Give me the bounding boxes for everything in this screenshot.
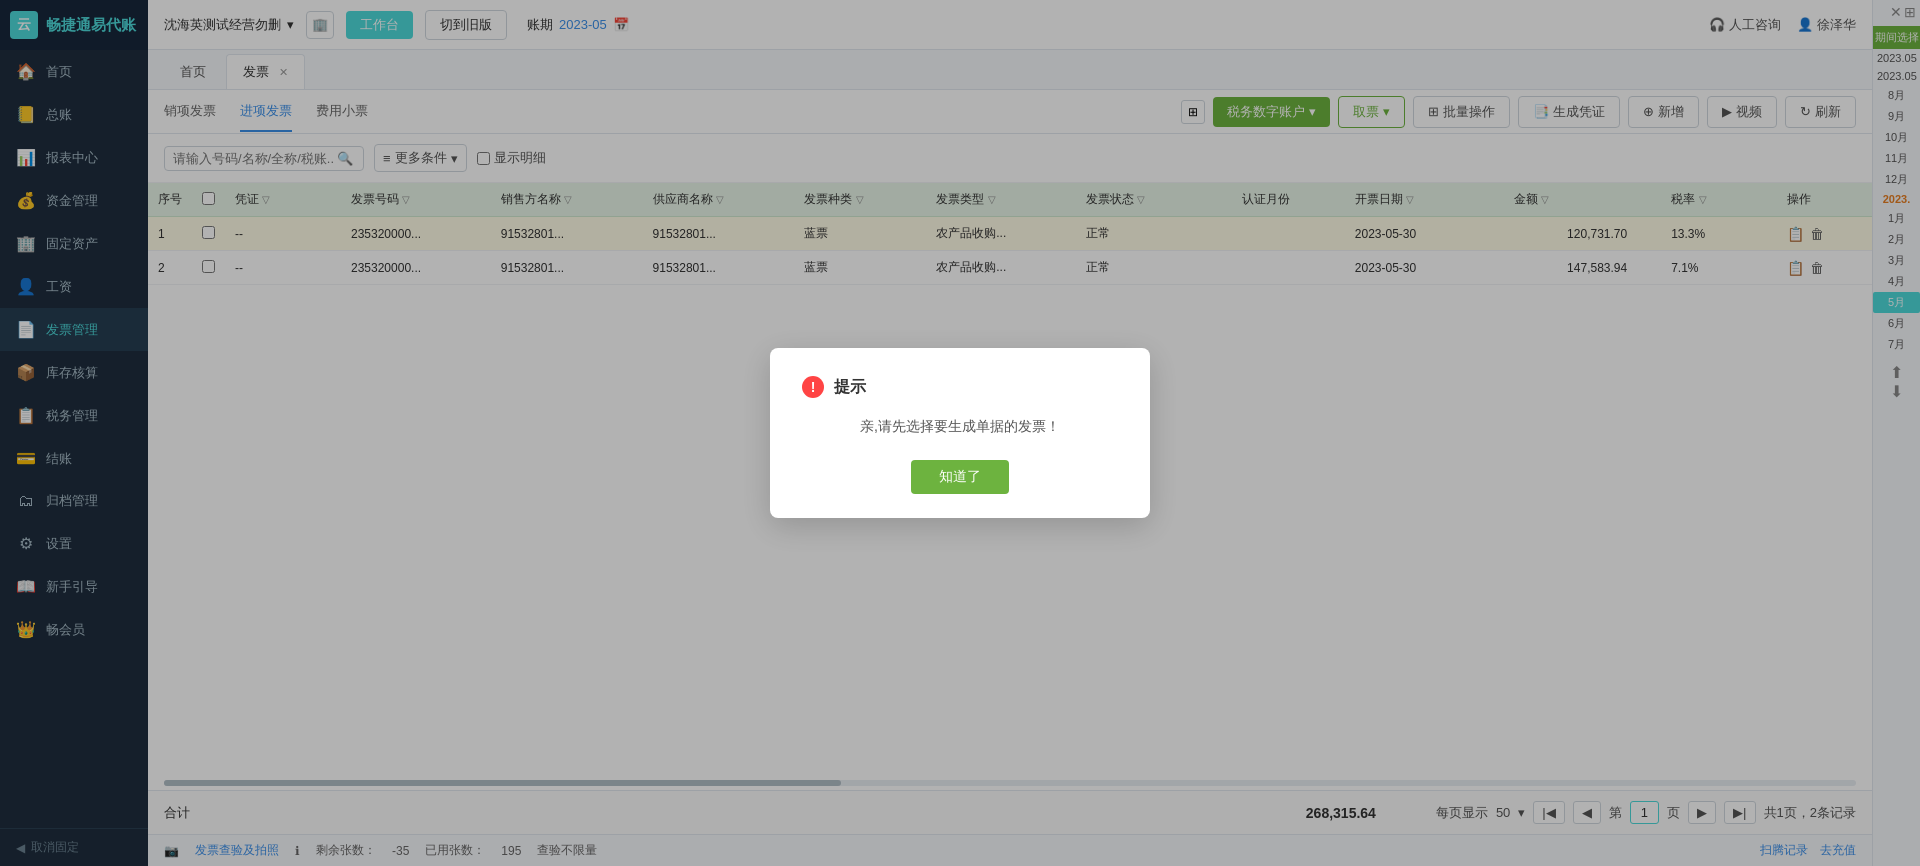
warning-icon: ! (802, 376, 824, 398)
modal-message: 亲,请先选择要生成单据的发票！ (860, 418, 1060, 434)
modal-footer: 知道了 (802, 460, 1118, 494)
modal-overlay[interactable]: ! 提示 亲,请先选择要生成单据的发票！ 知道了 (0, 0, 1920, 866)
modal-title-bar: ! 提示 (802, 376, 1118, 398)
ok-button[interactable]: 知道了 (911, 460, 1009, 494)
modal-body: 亲,请先选择要生成单据的发票！ (802, 418, 1118, 436)
prompt-modal: ! 提示 亲,请先选择要生成单据的发票！ 知道了 (770, 348, 1150, 518)
modal-title-text: 提示 (834, 377, 866, 398)
